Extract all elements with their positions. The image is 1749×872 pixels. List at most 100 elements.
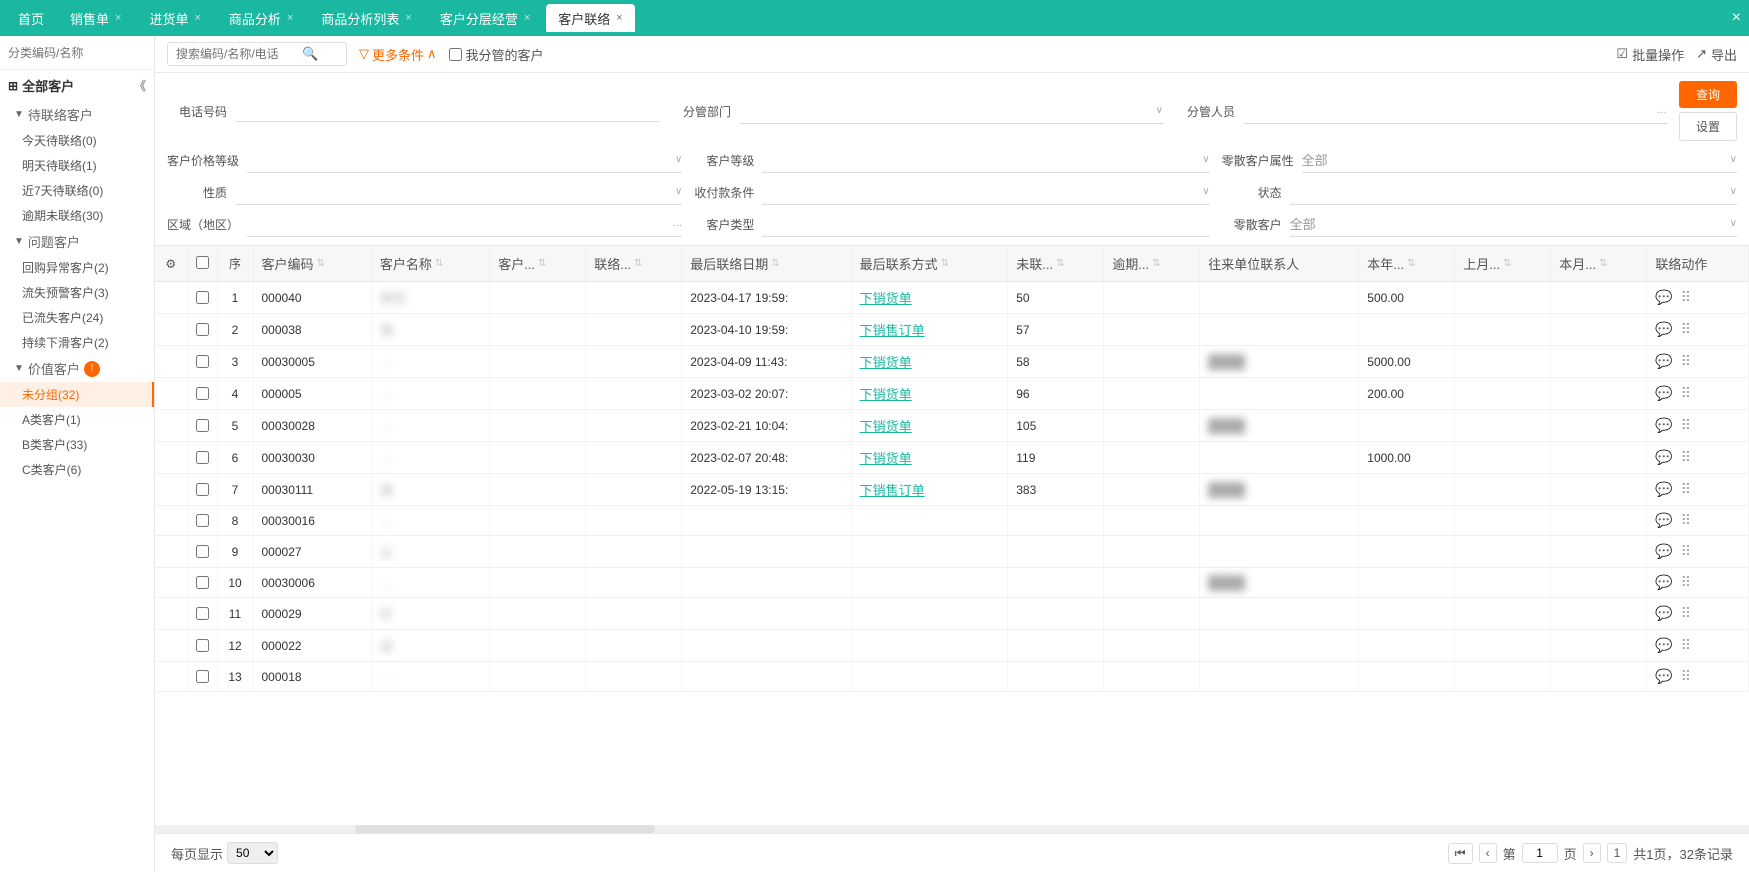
next-page-btn[interactable]: › bbox=[1583, 843, 1601, 863]
chat-icon-3[interactable]: 💬 bbox=[1655, 353, 1672, 370]
method-link-7[interactable]: 下销售订单 bbox=[860, 483, 925, 498]
region-select[interactable]: … bbox=[247, 211, 682, 237]
person-select[interactable]: … bbox=[1243, 98, 1667, 124]
method-link-1[interactable]: 下销货单 bbox=[860, 291, 912, 306]
my-customers-checkbox[interactable]: 我分管的客户 bbox=[449, 45, 544, 64]
row-checkbox-2[interactable] bbox=[196, 323, 209, 336]
sidebar-item-overdue[interactable]: 逾期未联络(30) bbox=[0, 203, 154, 228]
close-tab-analysis[interactable]: × bbox=[287, 12, 293, 24]
more-icon-10[interactable]: ⠿ bbox=[1681, 574, 1691, 591]
more-icon-4[interactable]: ⠿ bbox=[1681, 385, 1691, 402]
chat-icon-11[interactable]: 💬 bbox=[1655, 605, 1672, 622]
zero-attr-select[interactable]: 全部 ∨ bbox=[1302, 147, 1737, 173]
phone-input[interactable] bbox=[235, 101, 659, 122]
cust-type-select[interactable] bbox=[762, 211, 1209, 237]
chat-icon-5[interactable]: 💬 bbox=[1655, 417, 1672, 434]
method-link-3[interactable]: 下销货单 bbox=[860, 355, 912, 370]
dept-select[interactable]: ∨ bbox=[739, 98, 1163, 124]
more-icon-12[interactable]: ⠿ bbox=[1681, 637, 1691, 654]
page-number-input[interactable] bbox=[1522, 843, 1558, 863]
select-all-checkbox[interactable] bbox=[196, 256, 209, 269]
sidebar-item-tomorrow[interactable]: 明天待联络(1) bbox=[0, 153, 154, 178]
th-settings[interactable]: ⚙ bbox=[155, 246, 187, 282]
payment-select[interactable]: ∨ bbox=[762, 179, 1209, 205]
chat-icon-12[interactable]: 💬 bbox=[1655, 637, 1672, 654]
sidebar-item-today[interactable]: 今天待联络(0) bbox=[0, 128, 154, 153]
sidebar-item-churned[interactable]: 已流失客户(24) bbox=[0, 305, 154, 330]
gender-select[interactable]: ∨ bbox=[235, 179, 682, 205]
sidebar-item-churn-warn[interactable]: 流失预警客户(3) bbox=[0, 280, 154, 305]
all-customers-header[interactable]: ⊞ 全部客户 《 bbox=[0, 70, 154, 101]
export-btn[interactable]: ↗ 导出 bbox=[1696, 45, 1737, 64]
method-link-4[interactable]: 下销货单 bbox=[860, 387, 912, 402]
sidebar-item-declining[interactable]: 持续下滑客户(2) bbox=[0, 330, 154, 355]
sidebar-group-problem[interactable]: ▼ 问题客户 bbox=[0, 228, 154, 255]
more-icon-7[interactable]: ⠿ bbox=[1681, 481, 1691, 498]
close-all-icon[interactable]: × bbox=[1732, 9, 1741, 27]
nav-home[interactable]: 首页 bbox=[8, 9, 54, 28]
more-icon-2[interactable]: ⠿ bbox=[1681, 321, 1691, 338]
row-checkbox-1[interactable] bbox=[196, 291, 209, 304]
nav-tab-customer-contact[interactable]: 客户联络 × bbox=[546, 4, 634, 32]
reset-button[interactable]: 设置 bbox=[1679, 112, 1737, 141]
nav-tab-customer-tier[interactable]: 客户分层经营 × bbox=[428, 4, 542, 32]
more-conditions-btn[interactable]: ▽ 更多条件 ∧ bbox=[359, 45, 437, 64]
nav-tab-purchase[interactable]: 进货单 × bbox=[137, 4, 212, 32]
close-tab-customer-tier[interactable]: × bbox=[524, 12, 530, 24]
sidebar-item-7days[interactable]: 近7天待联络(0) bbox=[0, 178, 154, 203]
more-icon-5[interactable]: ⠿ bbox=[1681, 417, 1691, 434]
row-checkbox-3[interactable] bbox=[196, 355, 209, 368]
row-checkbox-13[interactable] bbox=[196, 670, 209, 683]
more-icon-9[interactable]: ⠿ bbox=[1681, 543, 1691, 560]
price-grade-select[interactable]: ∨ bbox=[247, 147, 682, 173]
more-icon-8[interactable]: ⠿ bbox=[1681, 512, 1691, 529]
last-page-btn[interactable]: 1 bbox=[1607, 843, 1628, 863]
close-tab-customer-contact[interactable]: × bbox=[616, 12, 622, 24]
close-tab-analysis-list[interactable]: × bbox=[405, 12, 411, 24]
page-size-select[interactable]: 50 20 100 bbox=[227, 842, 278, 864]
chat-icon-1[interactable]: 💬 bbox=[1655, 289, 1672, 306]
more-icon-11[interactable]: ⠿ bbox=[1681, 605, 1691, 622]
nav-tab-analysis-list[interactable]: 商品分析列表 × bbox=[309, 4, 423, 32]
chat-icon-13[interactable]: 💬 bbox=[1655, 668, 1672, 685]
row-checkbox-10[interactable] bbox=[196, 576, 209, 589]
chat-icon-4[interactable]: 💬 bbox=[1655, 385, 1672, 402]
chat-icon-7[interactable]: 💬 bbox=[1655, 481, 1672, 498]
row-checkbox-9[interactable] bbox=[196, 545, 209, 558]
status-select[interactable]: ∨ bbox=[1290, 179, 1737, 205]
method-link-5[interactable]: 下销货单 bbox=[860, 419, 912, 434]
chat-icon-2[interactable]: 💬 bbox=[1655, 321, 1672, 338]
row-checkbox-7[interactable] bbox=[196, 483, 209, 496]
my-customers-check[interactable] bbox=[449, 48, 462, 61]
sidebar-search-input[interactable] bbox=[8, 46, 155, 60]
row-checkbox-4[interactable] bbox=[196, 387, 209, 400]
chat-icon-10[interactable]: 💬 bbox=[1655, 574, 1672, 591]
close-tab-sales[interactable]: × bbox=[115, 12, 121, 24]
query-button[interactable]: 查询 bbox=[1679, 81, 1737, 108]
more-icon-1[interactable]: ⠿ bbox=[1681, 289, 1691, 306]
sidebar-group-value[interactable]: ▼ 价值客户 ! bbox=[0, 355, 154, 382]
prev-page-btn[interactable]: ‹ bbox=[1479, 843, 1497, 863]
close-tab-purchase[interactable]: × bbox=[194, 12, 200, 24]
row-checkbox-12[interactable] bbox=[196, 639, 209, 652]
nav-tab-sales[interactable]: 销售单 × bbox=[58, 4, 133, 32]
row-checkbox-6[interactable] bbox=[196, 451, 209, 464]
row-checkbox-5[interactable] bbox=[196, 419, 209, 432]
collapse-icon[interactable]: 《 bbox=[134, 77, 146, 94]
method-link-2[interactable]: 下销售订单 bbox=[860, 323, 925, 338]
chat-icon-9[interactable]: 💬 bbox=[1655, 543, 1672, 560]
nav-tab-analysis[interactable]: 商品分析 × bbox=[217, 4, 305, 32]
batch-op-btn[interactable]: ☑ 批量操作 bbox=[1616, 45, 1684, 64]
sidebar-group-pending[interactable]: ▼ 待联络客户 bbox=[0, 101, 154, 128]
row-checkbox-8[interactable] bbox=[196, 514, 209, 527]
chat-icon-6[interactable]: 💬 bbox=[1655, 449, 1672, 466]
more-icon-6[interactable]: ⠿ bbox=[1681, 449, 1691, 466]
sidebar-item-c-class[interactable]: C类客户(6) bbox=[0, 457, 154, 482]
sidebar-item-b-class[interactable]: B类客户(33) bbox=[0, 432, 154, 457]
row-checkbox-11[interactable] bbox=[196, 607, 209, 620]
method-link-6[interactable]: 下销货单 bbox=[860, 451, 912, 466]
filter-search-input[interactable] bbox=[176, 47, 296, 61]
zero-cust-select[interactable]: 全部 ∨ bbox=[1290, 211, 1737, 237]
sidebar-item-abnormal[interactable]: 回购异常客户(2) bbox=[0, 255, 154, 280]
more-icon-13[interactable]: ⠿ bbox=[1681, 668, 1691, 685]
